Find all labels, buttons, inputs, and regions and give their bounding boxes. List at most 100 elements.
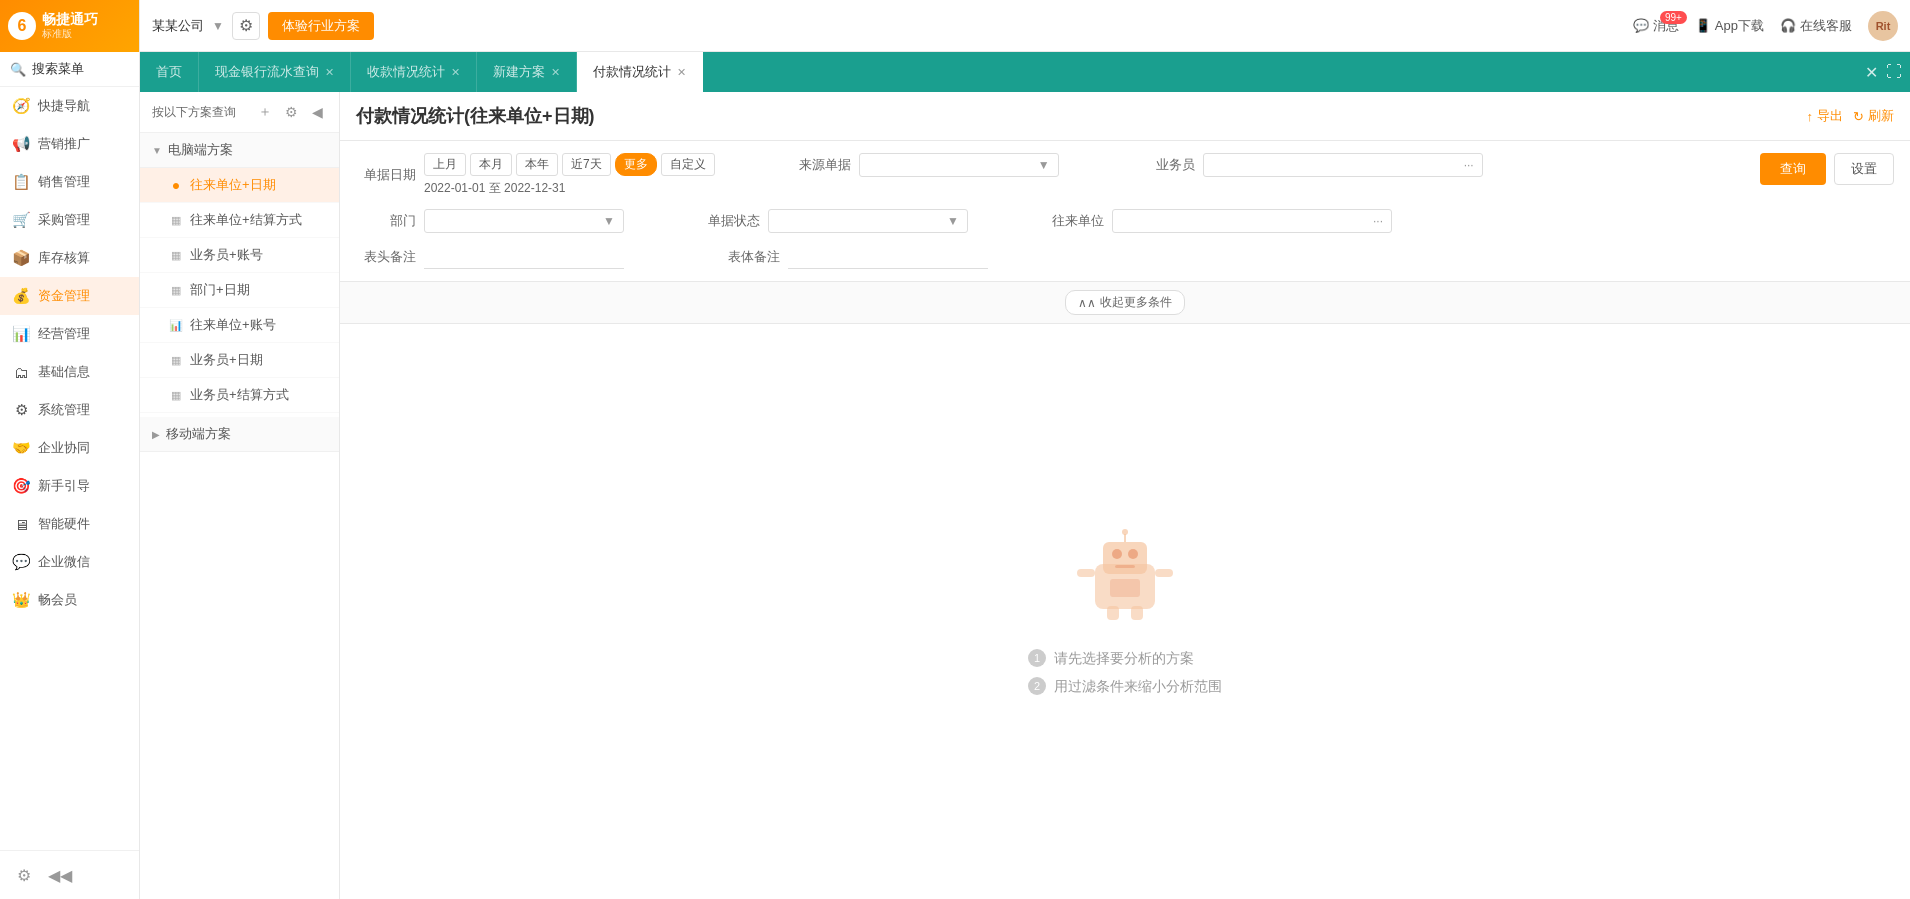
member-icon: 👑 — [12, 591, 30, 609]
filter-body-note-item: 表体备注 — [720, 245, 988, 269]
scheme-item-staff-date[interactable]: ▦ 业务员+日期 — [140, 343, 339, 378]
scheme-settings-btn[interactable]: ⚙ — [281, 102, 301, 122]
sidebar-item-label: 基础信息 — [38, 363, 90, 381]
tab-cash-flow-close[interactable]: ✕ — [325, 66, 334, 79]
sidebar-item-purchase[interactable]: 🛒 采购管理 — [0, 201, 139, 239]
tab-new-scheme[interactable]: 新建方案 ✕ — [477, 52, 577, 92]
tab-payment-stat[interactable]: 付款情况统计 ✕ — [577, 52, 703, 92]
filter-status-item: 单据状态 ▼ — [700, 209, 968, 233]
svg-point-3 — [1128, 549, 1138, 559]
refresh-btn[interactable]: ↻ 刷新 — [1853, 107, 1894, 125]
tab-home-label: 首页 — [156, 63, 182, 81]
collapse-bar: ∧∧ 收起更多条件 — [340, 282, 1910, 324]
status-label: 单据状态 — [700, 212, 760, 230]
scheme-item-label: 业务员+日期 — [190, 351, 263, 369]
sidebar-item-sales[interactable]: 📋 销售管理 — [0, 163, 139, 201]
tab-cash-flow[interactable]: 现金银行流水查询 ✕ — [199, 52, 351, 92]
sidebar-item-quick-nav[interactable]: 🧭 快捷导航 — [0, 87, 139, 125]
app-download-btn[interactable]: 📱 App下载 — [1695, 17, 1764, 35]
date-btn-last-month[interactable]: 上月 — [424, 153, 466, 176]
headset-icon: 🎧 — [1780, 18, 1796, 33]
sidebar-item-inventory[interactable]: 📦 库存核算 — [0, 239, 139, 277]
sidebar-item-operation[interactable]: 📊 经营管理 — [0, 315, 139, 353]
scheme-item-staff-settle[interactable]: ▦ 业务员+结算方式 — [140, 378, 339, 413]
staff-select[interactable]: ··· — [1203, 153, 1483, 177]
tabbar: 首页 现金银行流水查询 ✕ 收款情况统计 ✕ 新建方案 ✕ 付款情况统计 ✕ ✕… — [140, 52, 1910, 92]
date-btn-more[interactable]: 更多 — [615, 153, 657, 176]
sidebar-item-marketing[interactable]: 📢 营销推广 — [0, 125, 139, 163]
close-all-tabs-btn[interactable]: ✕ — [1865, 63, 1878, 82]
company-dropdown-icon[interactable]: ▼ — [212, 19, 224, 33]
dept-select[interactable]: ▼ — [424, 209, 624, 233]
scheme-table-icon: ▦ — [168, 282, 184, 298]
unit-dropdown-icon: ··· — [1373, 214, 1383, 228]
head-note-input[interactable] — [424, 245, 624, 269]
basic-icon: 🗂 — [12, 363, 30, 381]
topbar-right: 💬 消息 99+ 📱 App下载 🎧 在线客服 Rit — [1633, 11, 1898, 41]
date-btn-7days[interactable]: 近7天 — [562, 153, 611, 176]
sidebar-item-member[interactable]: 👑 畅会员 — [0, 581, 139, 619]
mobile-group-header[interactable]: ▶ 移动端方案 — [140, 417, 339, 452]
mobile-group-arrow-icon: ▶ — [152, 429, 160, 440]
hardware-icon: 🖥 — [12, 515, 30, 533]
robot-svg — [1065, 524, 1185, 624]
tab-home[interactable]: 首页 — [140, 52, 199, 92]
topbar-settings-btn[interactable]: ⚙ — [232, 12, 260, 40]
tab-payment-stat-close[interactable]: ✕ — [677, 66, 686, 79]
scheme-item-label: 部门+日期 — [190, 281, 250, 299]
filter-head-note-item: 表头备注 — [356, 245, 624, 269]
filter-source-item: 来源单据 ▼ — [791, 153, 1059, 177]
tab-receivable-close[interactable]: ✕ — [451, 66, 460, 79]
scheme-item-unit-settle[interactable]: ▦ 往来单位+结算方式 — [140, 203, 339, 238]
desktop-group-header[interactable]: ▼ 电脑端方案 — [140, 133, 339, 168]
filter-area: 单据日期 上月 本月 本年 近7天 更多 自定义 2022-01-01 至 20… — [340, 141, 1910, 282]
tab-new-scheme-close[interactable]: ✕ — [551, 66, 560, 79]
query-btn[interactable]: 查询 — [1760, 153, 1826, 185]
scheme-item-label: 往来单位+账号 — [190, 316, 276, 334]
settings-footer-btn[interactable]: ⚙ — [10, 861, 38, 889]
trial-btn[interactable]: 体验行业方案 — [268, 12, 374, 40]
messages-btn[interactable]: 💬 消息 99+ — [1633, 17, 1679, 35]
collapse-panel-btn[interactable]: ◀ — [307, 102, 327, 122]
date-btn-this-year[interactable]: 本年 — [516, 153, 558, 176]
svg-rect-4 — [1115, 565, 1135, 568]
empty-hint-2: 2 用过滤条件来缩小分析范围 — [1028, 672, 1222, 700]
collapse-btn-label: 收起更多条件 — [1100, 294, 1172, 311]
sidebar-item-basic[interactable]: 🗂 基础信息 — [0, 353, 139, 391]
tab-receivable[interactable]: 收款情况统计 ✕ — [351, 52, 477, 92]
unit-select[interactable]: ··· — [1112, 209, 1392, 233]
date-btn-custom[interactable]: 自定义 — [661, 153, 715, 176]
filter-date-area: 上月 本月 本年 近7天 更多 自定义 2022-01-01 至 2022-12… — [424, 153, 715, 197]
export-btn[interactable]: ↑ 导出 — [1807, 107, 1844, 125]
status-select[interactable]: ▼ — [768, 209, 968, 233]
sidebar-item-hardware[interactable]: 🖥 智能硬件 — [0, 505, 139, 543]
sidebar-item-wechat[interactable]: 💬 企业微信 — [0, 543, 139, 581]
user-avatar[interactable]: Rit — [1868, 11, 1898, 41]
sidebar-item-collab[interactable]: 🤝 企业协同 — [0, 429, 139, 467]
body-note-input[interactable] — [788, 245, 988, 269]
collapse-conditions-btn[interactable]: ∧∧ 收起更多条件 — [1065, 290, 1185, 315]
filter-settings-btn[interactable]: 设置 — [1834, 153, 1894, 185]
maximize-btn[interactable]: ⛶ — [1886, 63, 1902, 81]
sidebar-item-finance[interactable]: 💰 资金管理 — [0, 277, 139, 315]
sidebar-item-guide[interactable]: 🎯 新手引导 — [0, 467, 139, 505]
export-icon: ↑ — [1807, 109, 1814, 124]
tab-new-scheme-label: 新建方案 — [493, 63, 545, 81]
scheme-item-unit-date[interactable]: ● 往来单位+日期 — [140, 168, 339, 203]
add-scheme-btn[interactable]: ＋ — [255, 102, 275, 122]
online-service-btn[interactable]: 🎧 在线客服 — [1780, 17, 1852, 35]
search-menu[interactable]: 🔍 搜索菜单 — [0, 52, 139, 87]
date-btn-this-month[interactable]: 本月 — [470, 153, 512, 176]
left-panel-actions: ＋ ⚙ ◀ — [255, 102, 327, 122]
scheme-item-unit-account[interactable]: 📊 往来单位+账号 — [140, 308, 339, 343]
scheme-item-dept-date[interactable]: ▦ 部门+日期 — [140, 273, 339, 308]
source-dropdown-icon: ▼ — [1038, 158, 1050, 172]
scheme-item-staff-account[interactable]: ▦ 业务员+账号 — [140, 238, 339, 273]
quick-nav-icon: 🧭 — [12, 97, 30, 115]
status-dropdown-icon: ▼ — [947, 214, 959, 228]
messages-badge: 99+ — [1660, 11, 1687, 24]
collapse-sidebar-btn[interactable]: ◀◀ — [46, 861, 74, 889]
collab-icon: 🤝 — [12, 439, 30, 457]
sidebar-item-system[interactable]: ⚙ 系统管理 — [0, 391, 139, 429]
source-select[interactable]: ▼ — [859, 153, 1059, 177]
